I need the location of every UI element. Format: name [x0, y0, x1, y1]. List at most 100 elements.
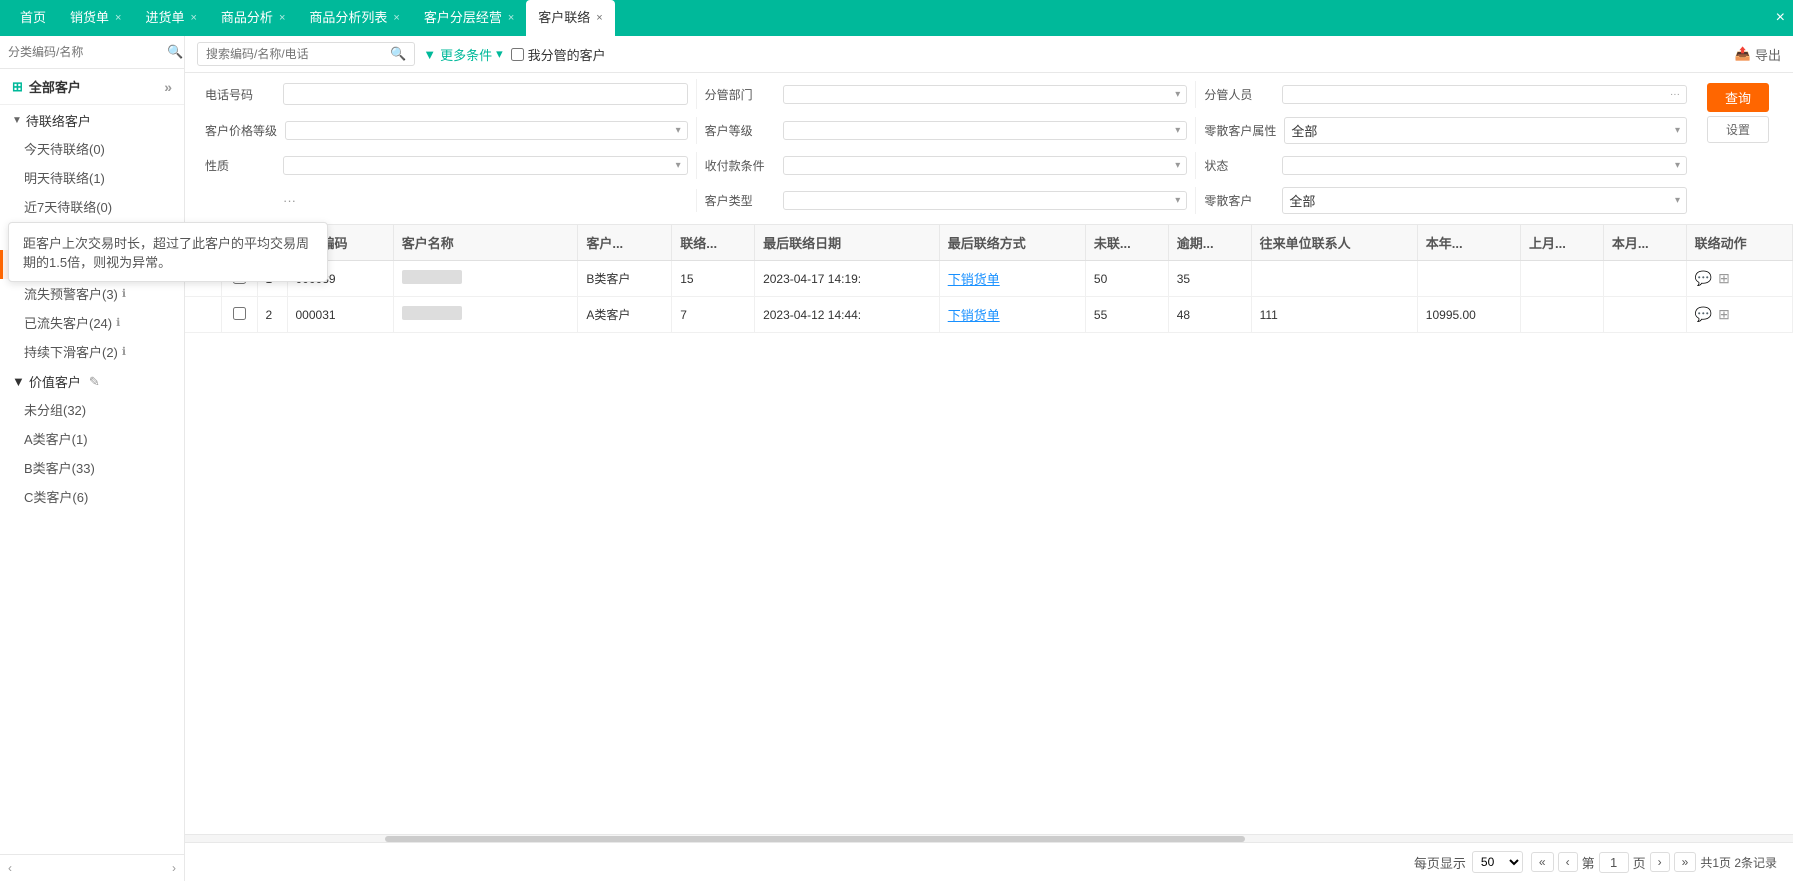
sidebar-item-7days[interactable]: 近7天待联络(0) [0, 192, 184, 221]
sidebar-item-b-class[interactable]: B类客户(33) [0, 453, 184, 482]
nav-sales-close[interactable]: × [115, 0, 121, 36]
filter-more-btn[interactable]: ▼ 更多条件 ▾ [423, 45, 502, 64]
col-this-month[interactable]: 本月... [1603, 225, 1686, 261]
col-this-year[interactable]: 本年... [1417, 225, 1520, 261]
filter-customer-type: 客户类型 ▾ [697, 187, 1197, 214]
sidebar-item-lost[interactable]: 已流失客户(24) ℹ [0, 308, 184, 337]
scattered-attr-select[interactable]: 全部 ▾ [1284, 117, 1687, 144]
row1-more-icon[interactable]: ⊞ [1718, 270, 1730, 287]
row1-action: 💬 ⊞ [1686, 261, 1792, 297]
sidebar-search-icon[interactable]: 🔍 [167, 44, 183, 60]
col-last-date[interactable]: 最后联络日期 [755, 225, 940, 261]
sidebar-group-value-title[interactable]: ▼ 价值客户 ✎ [0, 366, 184, 395]
row2-name[interactable] [393, 297, 578, 333]
dept-select[interactable]: ▾ [783, 85, 1188, 104]
sidebar-item-lost-warning[interactable]: 流失预警客户(3) ℹ [0, 279, 184, 308]
per-page-select[interactable]: 50 100 200 [1472, 851, 1523, 873]
filter-dots: ··· [197, 189, 697, 212]
first-page-btn[interactable]: « [1531, 852, 1554, 872]
scattered-customer-select[interactable]: 全部 ▾ [1282, 187, 1687, 214]
chevron-price: ▾ [676, 125, 681, 136]
sidebar-next-btn[interactable]: › [172, 861, 176, 875]
nav-product-list[interactable]: 商品分析列表 × [297, 0, 411, 36]
nav-product-list-close[interactable]: × [393, 0, 399, 36]
nature-select[interactable]: ▾ [283, 156, 688, 175]
phone-input[interactable] [283, 83, 688, 105]
customer-grade-select[interactable]: ▾ [783, 121, 1188, 140]
dots-btn[interactable]: ··· [283, 193, 296, 208]
nav-customer-tier-close[interactable]: × [508, 0, 514, 36]
next-page-btn[interactable]: › [1650, 852, 1670, 872]
nav-purchase-close[interactable]: × [190, 0, 196, 36]
window-close-btn[interactable]: × [1776, 9, 1785, 27]
chevron-payment: ▾ [1175, 160, 1180, 171]
sidebar-item-a-class[interactable]: A类客户(1) [0, 424, 184, 453]
nav-home[interactable]: 首页 [8, 0, 58, 36]
export-btn[interactable]: 📤 导出 [1735, 45, 1781, 64]
row2-type: A类客户 [578, 297, 672, 333]
my-customers-checkbox[interactable] [511, 48, 524, 61]
filter-search-input[interactable] [206, 47, 386, 61]
price-grade-select[interactable]: ▾ [285, 121, 688, 140]
status-select[interactable]: ▾ [1282, 156, 1687, 175]
settings-btn[interactable]: 设置 [1707, 116, 1769, 143]
sidebar-search-input[interactable] [8, 45, 163, 59]
sidebar-collapse-btn[interactable]: » [164, 79, 172, 95]
query-btn[interactable]: 查询 [1707, 83, 1769, 112]
row2-chat-icon[interactable]: 💬 [1695, 306, 1712, 323]
filter-dept: 分管部门 ▾ [697, 81, 1197, 108]
row1-this-year [1417, 261, 1520, 297]
col-last-method[interactable]: 最后联络方式 [939, 225, 1085, 261]
payment-select[interactable]: ▾ [783, 156, 1188, 175]
manager-select[interactable]: ··· [1282, 85, 1687, 104]
chevron-type: ▾ [1175, 195, 1180, 206]
nav-product-analysis-close[interactable]: × [279, 0, 285, 36]
col-contact[interactable]: 联络... [672, 225, 755, 261]
scrollbar-thumb[interactable] [385, 836, 1245, 842]
filter-status: 状态 ▾ [1196, 152, 1695, 179]
grid-icon: ⊞ [12, 79, 23, 95]
nav-customer-tier[interactable]: 客户分层经营 × [412, 0, 526, 36]
nav-purchase[interactable]: 进货单 × [133, 0, 208, 36]
sidebar-all-customers[interactable]: ⊞ 全部客户 » [0, 69, 184, 105]
prev-page-btn[interactable]: ‹ [1558, 852, 1578, 872]
filter-search-icon[interactable]: 🔍 [390, 46, 406, 62]
chevron-grade: ▾ [1175, 125, 1180, 136]
horizontal-scrollbar[interactable] [185, 834, 1793, 842]
filter-manager: 分管人员 ··· [1196, 81, 1695, 108]
col-last-month[interactable]: 上月... [1520, 225, 1603, 261]
customer-type-select[interactable]: ▾ [783, 191, 1188, 210]
filter-my-customers: 我分管的客户 [511, 45, 606, 64]
last-page-btn[interactable]: » [1674, 852, 1697, 872]
col-overdue[interactable]: 逾期... [1168, 225, 1251, 261]
export-icon: 📤 [1735, 46, 1751, 62]
sidebar-prev-btn[interactable]: ‹ [8, 861, 12, 875]
nav-product-analysis[interactable]: 商品分析 × [209, 0, 297, 36]
table-area[interactable]: ⚙ 客户编码 客户名称 客户... [185, 225, 1793, 834]
row1-chat-icon[interactable]: 💬 [1695, 270, 1712, 287]
col-contact-person[interactable]: 往来单位联系人 [1251, 225, 1417, 261]
col-no-contact[interactable]: 未联... [1085, 225, 1168, 261]
row1-name[interactable] [393, 261, 578, 297]
sidebar-item-tomorrow[interactable]: 明天待联络(1) [0, 163, 184, 192]
sidebar-item-today[interactable]: 今天待联络(0) [0, 134, 184, 163]
col-name[interactable]: 客户名称 [393, 225, 578, 261]
row2-checkbox[interactable] [221, 297, 257, 333]
sidebar-item-c-class[interactable]: C类客户(6) [0, 482, 184, 511]
sidebar-item-ungrouped[interactable]: 未分组(32) [0, 395, 184, 424]
col-type[interactable]: 客户... [578, 225, 672, 261]
edit-icon[interactable]: ✎ [89, 374, 100, 390]
row2-settings [185, 297, 221, 333]
row2-last-method[interactable]: 下销货单 [939, 297, 1085, 333]
nav-customer-contact-close[interactable]: × [596, 0, 602, 36]
per-page-section: 每页显示 50 100 200 [1414, 851, 1523, 873]
nav-customer-contact[interactable]: 客户联络 × [526, 0, 614, 36]
sidebar-item-declining[interactable]: 持续下滑客户(2) ℹ [0, 337, 184, 366]
row2-more-icon[interactable]: ⊞ [1718, 306, 1730, 323]
row1-last-method[interactable]: 下销货单 [939, 261, 1085, 297]
row2-select-checkbox[interactable] [233, 307, 246, 320]
sidebar-group-pending-title[interactable]: ▼ 待联络客户 [0, 105, 184, 134]
row2-code[interactable]: 000031 [287, 297, 393, 333]
page-nav: « ‹ 第 1 页 › » 共1页 2条记录 [1531, 852, 1777, 873]
nav-sales[interactable]: 销货单 × [58, 0, 133, 36]
